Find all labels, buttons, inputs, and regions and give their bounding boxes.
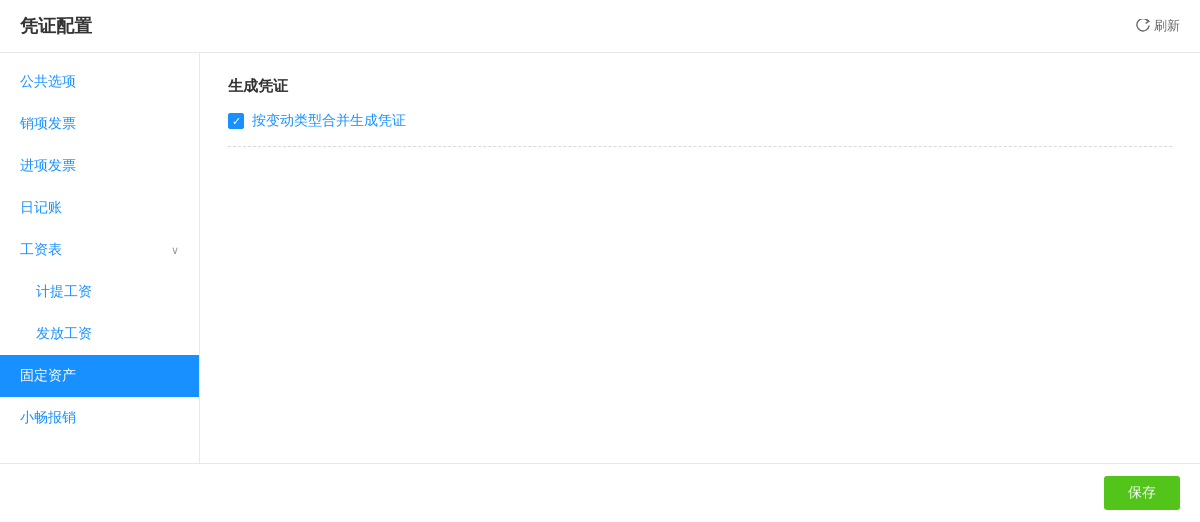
sidebar-item-payroll-pay[interactable]: 发放工资 bbox=[0, 313, 199, 355]
page-header: 凭证配置 刷新 bbox=[0, 0, 1200, 53]
chevron-down-icon: ∨ bbox=[171, 244, 179, 257]
section-title: 生成凭证 bbox=[228, 77, 1172, 96]
merge-checkbox[interactable] bbox=[228, 113, 244, 129]
sidebar-item-fixed-assets[interactable]: 固定资产 bbox=[0, 355, 199, 397]
sidebar-label-payroll-table: 工资表 bbox=[20, 241, 62, 259]
sidebar-item-payroll-calc[interactable]: 计提工资 bbox=[0, 271, 199, 313]
save-button[interactable]: 保存 bbox=[1104, 476, 1180, 510]
sidebar-label-expense-report: 小畅报销 bbox=[20, 409, 76, 427]
sidebar: 公共选项 销项发票 进项发票 日记账 工资表 ∨ 计提工资 发放工资 固定资 bbox=[0, 53, 200, 463]
refresh-icon bbox=[1136, 19, 1150, 33]
body-area: 公共选项 销项发票 进项发票 日记账 工资表 ∨ 计提工资 发放工资 固定资 bbox=[0, 53, 1200, 463]
refresh-button[interactable]: 刷新 bbox=[1136, 17, 1180, 35]
page-footer: 保存 bbox=[0, 463, 1200, 522]
page-wrapper: 凭证配置 刷新 公共选项 销项发票 进项发票 日记账 工资 bbox=[0, 0, 1200, 522]
sidebar-item-journal[interactable]: 日记账 bbox=[0, 187, 199, 229]
sidebar-item-expense-report[interactable]: 小畅报销 bbox=[0, 397, 199, 439]
sidebar-item-payroll-table[interactable]: 工资表 ∨ bbox=[0, 229, 199, 271]
sidebar-item-purchase-invoice[interactable]: 进项发票 bbox=[0, 145, 199, 187]
sidebar-label-sales-invoice: 销项发票 bbox=[20, 115, 76, 133]
checkbox-label: 按变动类型合并生成凭证 bbox=[252, 112, 406, 130]
refresh-label: 刷新 bbox=[1154, 17, 1180, 35]
page-title: 凭证配置 bbox=[20, 14, 92, 38]
section-divider bbox=[228, 146, 1172, 147]
sidebar-label-payroll-pay: 发放工资 bbox=[36, 325, 92, 343]
sidebar-item-sales-invoice[interactable]: 销项发票 bbox=[0, 103, 199, 145]
sidebar-label-purchase-invoice: 进项发票 bbox=[20, 157, 76, 175]
sidebar-label-payroll-calc: 计提工资 bbox=[36, 283, 92, 301]
main-content: 生成凭证 按变动类型合并生成凭证 bbox=[200, 53, 1200, 463]
sidebar-label-fixed-assets: 固定资产 bbox=[20, 367, 76, 385]
sidebar-item-public-options[interactable]: 公共选项 bbox=[0, 61, 199, 103]
checkbox-row: 按变动类型合并生成凭证 bbox=[228, 112, 1172, 130]
sidebar-label-journal: 日记账 bbox=[20, 199, 62, 217]
sidebar-label-public-options: 公共选项 bbox=[20, 73, 76, 91]
